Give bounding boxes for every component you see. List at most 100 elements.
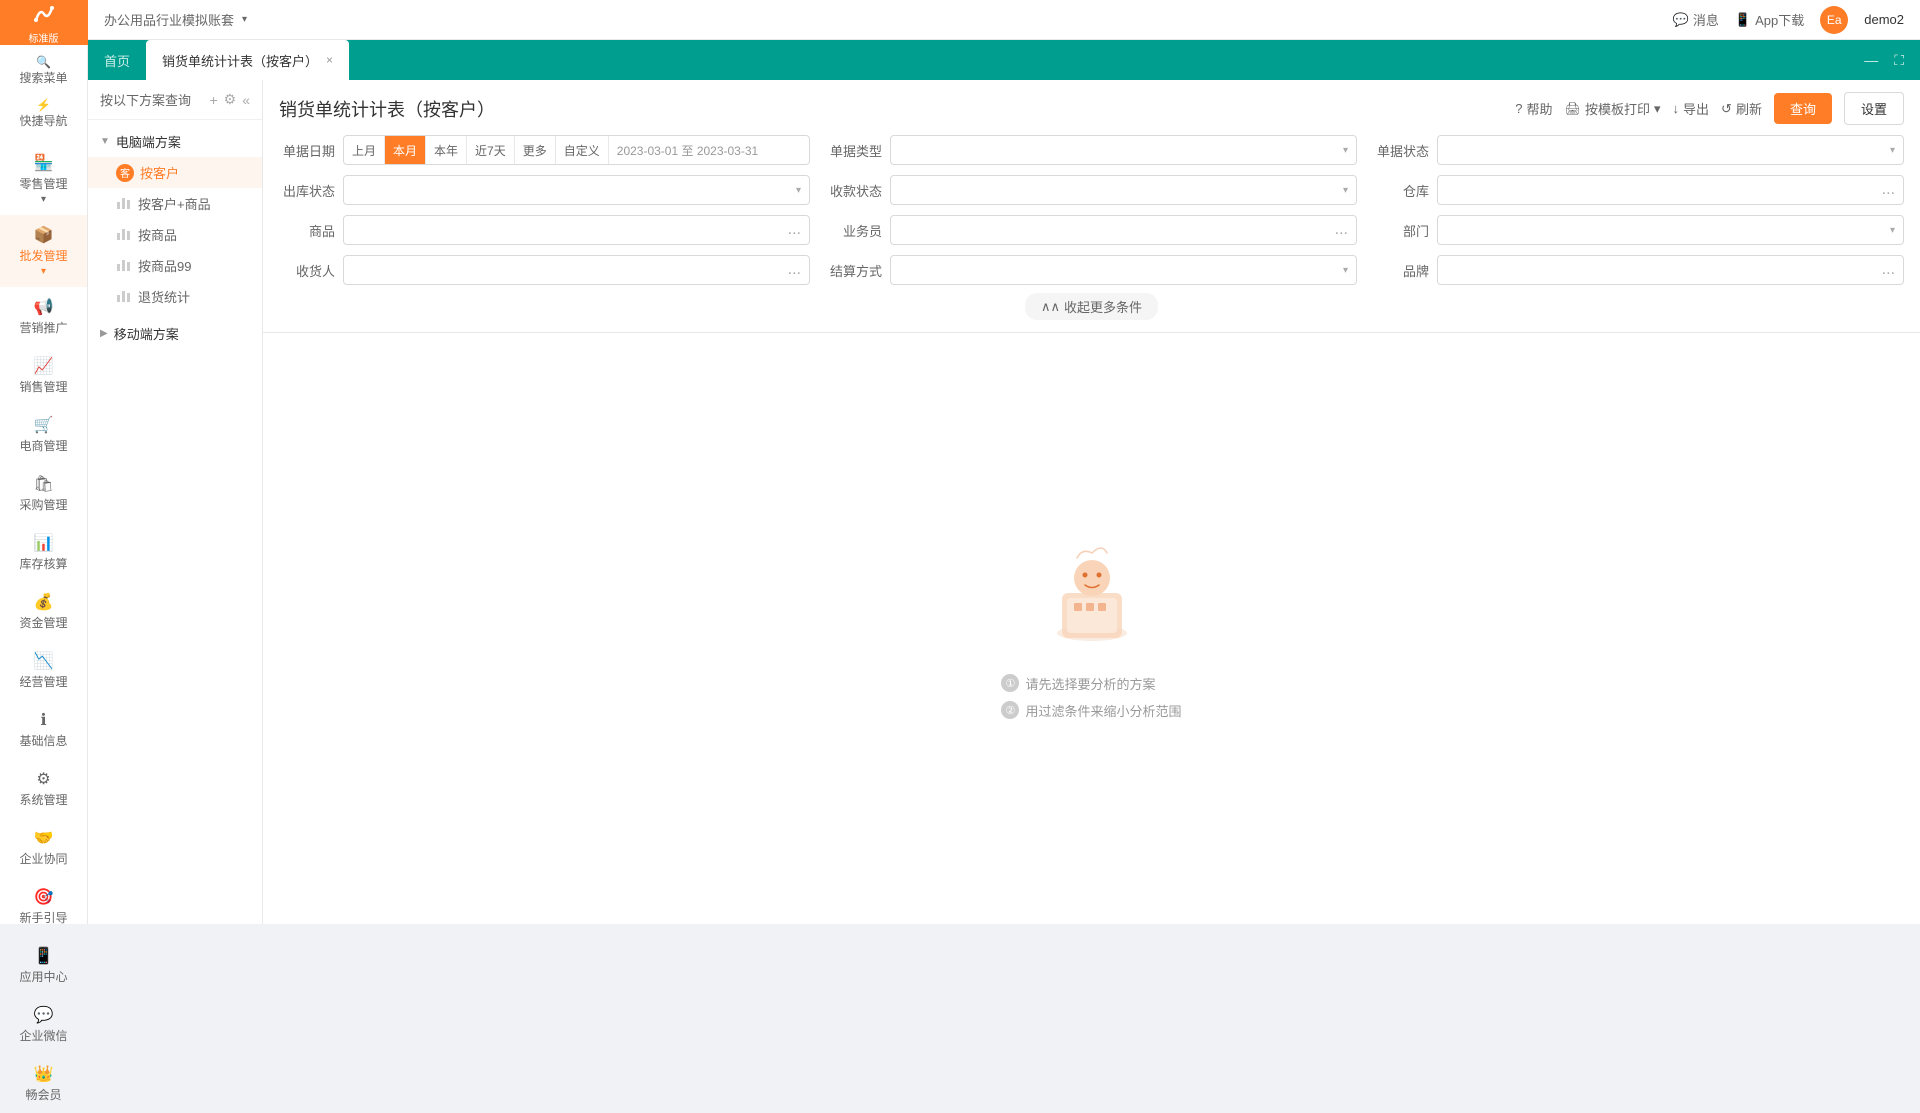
sidebar-wholesale-label: 批发管理 — [19, 247, 67, 264]
mobile-group-arrow: ▶ — [100, 328, 108, 339]
print-button[interactable]: 🖨 按模板打印 ▾ — [1564, 99, 1660, 118]
goods-control[interactable]: ... — [343, 215, 810, 245]
sidebar-item-wholesale[interactable]: 📦 批发管理 ▾ — [0, 215, 87, 287]
date-last-7days-btn[interactable]: 近7天 — [467, 136, 515, 164]
payment-field: 收款状态 ▾ — [826, 175, 1357, 205]
department-arrow: ▾ — [1890, 225, 1895, 236]
sidebar-item-search[interactable]: 🔍 搜索菜单 — [0, 45, 87, 92]
tab-minimize-button[interactable]: — — [1856, 48, 1886, 72]
salesperson-label: 业务员 — [826, 221, 882, 240]
warehouse-label: 仓库 — [1373, 181, 1429, 200]
export-button[interactable]: ↓ 导出 — [1673, 99, 1710, 118]
order-status-control[interactable]: ▾ — [1437, 135, 1904, 165]
tab-home[interactable]: 首页 — [88, 40, 146, 80]
scheme-item-return-stats[interactable]: 退货统计 — [88, 281, 262, 312]
sidebar-item-finance[interactable]: 💰 资金管理 — [0, 582, 87, 641]
date-filter-control[interactable]: 上月 本月 本年 近7天 更多 自定义 2023-03-01 至 2023-03… — [343, 135, 810, 165]
mobile-scheme-group[interactable]: ▶ 移动端方案 — [88, 318, 262, 349]
add-scheme-button[interactable]: + — [209, 92, 217, 108]
breadcrumb-arrow[interactable]: ▾ — [242, 14, 247, 25]
sidebar-item-purchase[interactable]: 🛍 采购管理 — [0, 464, 87, 523]
receiver-control[interactable]: ... — [343, 255, 810, 285]
hint-text-2: 用过滤条件来缩小分析范围 — [1025, 701, 1181, 720]
sidebar-item-system[interactable]: ⚙ 系统管理 — [0, 759, 87, 818]
sidebar-item-enterprise[interactable]: 🤝 企业协同 — [0, 818, 87, 877]
date-this-year-btn[interactable]: 本年 — [426, 136, 467, 164]
tab-sales-stats[interactable]: 销货单统计计表（按客户） × — [146, 40, 349, 80]
filter-row-4: 收货人 ... 结算方式 ▾ — [279, 255, 1904, 285]
by-goods99-label: 按商品99 — [138, 256, 191, 275]
customer-goods-chart-icon — [116, 194, 132, 213]
avatar[interactable]: Ea — [1820, 6, 1848, 34]
settings-scheme-button[interactable]: ⚙ — [224, 91, 237, 108]
receiver-field: 收货人 ... — [279, 255, 810, 285]
print-label: 按模板打印 — [1585, 99, 1650, 118]
filter-row-1: 单据日期 上月 本月 本年 近7天 更多 自定义 2023-03-01 至 20… — [279, 135, 1904, 165]
sidebar-item-quicknav[interactable]: ⚡ 快捷导航 — [0, 92, 87, 135]
app-logo[interactable]: 标准版 — [0, 0, 88, 45]
goods-dots: ... — [788, 221, 801, 239]
date-last-month-btn[interactable]: 上月 — [344, 136, 385, 164]
sidebar-item-sales[interactable]: 📈 销售管理 — [0, 346, 87, 405]
help-label: 帮助 — [1526, 99, 1552, 118]
sidebar-item-wechat[interactable]: 💬 企业微信 — [0, 995, 87, 1054]
payment-control[interactable]: ▾ — [890, 175, 1357, 205]
scheme-group-desktop-header[interactable]: ▼ 电脑端方案 — [88, 126, 262, 157]
sidebar-item-retail[interactable]: 🏪 零售管理 ▾ — [0, 143, 87, 215]
sidebar-quicknav-label: 快捷导航 — [0, 112, 87, 129]
sales-icon: 📈 — [34, 356, 54, 376]
department-control[interactable]: ▾ — [1437, 215, 1904, 245]
tab-sales-stats-label: 销货单统计计表（按客户） — [162, 51, 318, 70]
empty-hint-1: ① 请先选择要分析的方案 — [1001, 674, 1155, 693]
user-name[interactable]: demo2 — [1864, 12, 1904, 27]
app-download-button[interactable]: 📱 App下载 — [1735, 10, 1804, 29]
order-type-control[interactable]: ▾ — [890, 135, 1357, 165]
search-button[interactable]: 查询 — [1774, 93, 1832, 124]
warehouse-control[interactable]: ... — [1437, 175, 1904, 205]
by-goods-chart-icon — [116, 225, 132, 244]
tab-expand-button[interactable]: ⛶ — [1886, 48, 1912, 73]
settings-button[interactable]: 设置 — [1844, 92, 1904, 125]
date-custom-btn[interactable]: 自定义 — [556, 136, 609, 164]
search-icon: 🔍 — [0, 55, 87, 69]
quicknav-icon: ⚡ — [0, 98, 87, 112]
scheme-item-by-goods[interactable]: 按商品 — [88, 219, 262, 250]
scheme-item-customer-goods[interactable]: 按客户+商品 — [88, 188, 262, 219]
sidebar-item-operations[interactable]: 📉 经营管理 — [0, 641, 87, 700]
salesperson-control[interactable]: ... — [890, 215, 1357, 245]
order-type-field: 单据类型 ▾ — [826, 135, 1357, 165]
sidebar-item-member[interactable]: 👑 畅会员 — [0, 1054, 87, 1113]
order-status-label: 单据状态 — [1373, 141, 1429, 160]
system-icon: ⚙ — [36, 769, 50, 789]
by-goods99-chart-icon — [116, 256, 132, 275]
date-this-month-btn[interactable]: 本月 — [385, 136, 426, 164]
help-button[interactable]: ? 帮助 — [1515, 99, 1552, 118]
date-more-btn[interactable]: 更多 — [515, 136, 556, 164]
sidebar-item-inventory[interactable]: 📊 库存核算 — [0, 523, 87, 582]
collapse-up-icon: ∧∧ — [1041, 299, 1060, 315]
department-field: 部门 ▾ — [1373, 215, 1904, 245]
brand-control[interactable]: ... — [1437, 255, 1904, 285]
payment-label: 收款状态 — [826, 181, 882, 200]
refresh-button[interactable]: ↺ 刷新 — [1721, 99, 1762, 118]
tab-bar: 首页 销货单统计计表（按客户） × — ⛶ — [88, 40, 1920, 80]
collapse-panel-button[interactable]: « — [242, 92, 250, 108]
scheme-item-by-goods99[interactable]: 按商品99 — [88, 250, 262, 281]
messages-label: 消息 — [1693, 10, 1719, 29]
sidebar-item-ecommerce[interactable]: 🛒 电商管理 — [0, 405, 87, 464]
sidebar-finance-label: 资金管理 — [19, 614, 67, 631]
sidebar-search-label: 搜索菜单 — [0, 69, 87, 86]
collapse-more-button[interactable]: ∧∧ 收起更多条件 — [279, 293, 1904, 320]
settlement-control[interactable]: ▾ — [890, 255, 1357, 285]
sidebar-item-app-center[interactable]: 📱 应用中心 — [0, 936, 87, 995]
scheme-item-by-customer[interactable]: 客 按客户 — [88, 157, 262, 188]
brand-dots: ... — [1882, 261, 1895, 279]
messages-button[interactable]: 💬 消息 — [1673, 10, 1719, 29]
tab-close-icon[interactable]: × — [326, 53, 333, 67]
sidebar-item-basic-info[interactable]: ℹ 基础信息 — [0, 700, 87, 759]
sidebar-item-guide[interactable]: 🎯 新手引导 — [0, 877, 87, 936]
filter-row-3: 商品 ... 业务员 ... — [279, 215, 1904, 245]
print-arrow[interactable]: ▾ — [1654, 101, 1661, 117]
outbound-control[interactable]: ▾ — [343, 175, 810, 205]
sidebar-item-marketing[interactable]: 📢 营销推广 — [0, 287, 87, 346]
